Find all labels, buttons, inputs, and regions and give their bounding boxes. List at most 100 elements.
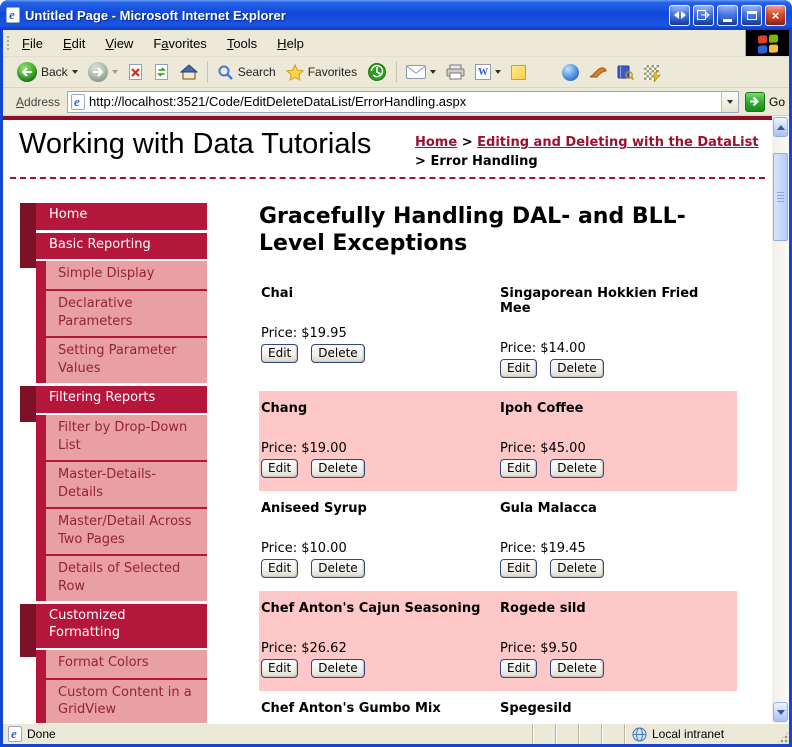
minimize-button[interactable] xyxy=(717,4,738,26)
edit-button[interactable]: Edit xyxy=(261,558,299,578)
edit-button[interactable]: Edit xyxy=(500,658,538,678)
menu-tools[interactable]: Tools xyxy=(217,32,267,55)
swoosh-icon xyxy=(589,67,607,78)
refresh-button[interactable] xyxy=(149,62,175,83)
delete-button[interactable]: Delete xyxy=(311,658,365,678)
favorites-star-icon xyxy=(285,63,304,81)
search-button[interactable]: Search xyxy=(212,62,281,83)
sidebar-item[interactable]: Home xyxy=(20,202,207,239)
sidebar-item[interactable]: Customized Formatting xyxy=(20,604,207,657)
sidebar-subitem[interactable]: Declarative Parameters xyxy=(36,289,207,337)
toolbar-grip[interactable] xyxy=(5,34,10,52)
edit-button[interactable]: Edit xyxy=(261,658,299,678)
sidebar-subitem[interactable]: Format Colors xyxy=(36,650,207,678)
forward-dropdown-icon[interactable] xyxy=(111,70,118,74)
left-right-arrows-icon xyxy=(673,11,686,19)
breadcrumb-home-link[interactable]: Home xyxy=(415,135,457,150)
mail-dropdown-icon[interactable] xyxy=(430,70,437,74)
scrollbar-thumb[interactable] xyxy=(773,153,788,241)
sidebar-subitem[interactable]: Simple Display xyxy=(36,261,207,290)
product-cell: Singaporean Hokkien Fried Mee Price: $14… xyxy=(498,276,737,391)
scroll-down-button[interactable] xyxy=(773,702,788,722)
delete-button[interactable]: Delete xyxy=(550,558,604,578)
delete-button[interactable]: Delete xyxy=(311,458,365,478)
menu-edit[interactable]: Edit xyxy=(53,32,95,55)
messenger-plus-button[interactable] xyxy=(639,63,664,82)
sidebar-subitem[interactable]: Filter by Drop-Down List xyxy=(36,415,207,461)
scroll-up-icon xyxy=(776,124,785,130)
back-dropdown-icon[interactable] xyxy=(71,70,78,74)
delete-button[interactable]: Delete xyxy=(550,358,604,378)
edit-button[interactable]: Edit xyxy=(500,558,538,578)
search-icon xyxy=(218,65,233,80)
windows-flag-icon xyxy=(757,33,778,54)
research-button[interactable] xyxy=(612,62,639,83)
breadcrumb-separator: > xyxy=(461,135,473,150)
menu-help[interactable]: Help xyxy=(267,32,314,55)
print-icon xyxy=(446,64,465,80)
pan-arrows-button[interactable] xyxy=(669,4,690,26)
back-button[interactable]: Back xyxy=(12,60,83,84)
quick-launch-button[interactable] xyxy=(584,63,612,81)
menu-favorites[interactable]: Favorites xyxy=(143,32,216,55)
sidebar-item[interactable]: Filtering Reports xyxy=(20,386,207,422)
resize-grip[interactable] xyxy=(776,731,789,744)
sidebar-item[interactable]: Basic Reporting xyxy=(20,232,207,269)
address-dropdown-button[interactable] xyxy=(720,91,738,112)
product-buttons: Edit Delete xyxy=(500,658,733,678)
product-price: Price: $45.00 xyxy=(500,440,586,456)
product-row: Chef Anton's Cajun Seasoning Price: $26.… xyxy=(259,590,737,691)
sidebar-subitems: Simple Display Declarative Parameters Se… xyxy=(20,261,207,384)
delete-button[interactable]: Delete xyxy=(311,558,365,578)
delete-button[interactable]: Delete xyxy=(550,458,604,478)
forward-button[interactable] xyxy=(83,60,123,84)
close-button[interactable]: × xyxy=(765,4,786,26)
edit-button[interactable]: Edit xyxy=(500,458,538,478)
mail-button[interactable] xyxy=(401,63,441,81)
product-name: Aniseed Syrup xyxy=(261,500,367,516)
sidebar-subitem[interactable]: Master/Detail Across Two Pages xyxy=(36,507,207,555)
title-bar[interactable]: Untitled Page - Microsoft Internet Explo… xyxy=(0,0,792,30)
menu-file[interactable]: File xyxy=(12,32,53,55)
sidebar-subitem[interactable]: Details of Selected Row xyxy=(36,554,207,602)
sidebar-item-label: Customized Formatting xyxy=(49,608,126,641)
delete-button[interactable]: Delete xyxy=(550,658,604,678)
scroll-up-button[interactable] xyxy=(773,117,788,137)
product-buttons: Edit Delete xyxy=(500,458,733,478)
edit-button[interactable]: Edit xyxy=(261,458,299,478)
messenger-button[interactable] xyxy=(557,62,584,83)
sidebar-subitem[interactable]: Setting Parameter Values xyxy=(36,336,207,384)
edit-button[interactable]: Edit xyxy=(261,343,299,363)
sidebar-subitem[interactable]: Master-Details-Details xyxy=(36,460,207,508)
home-button[interactable] xyxy=(175,62,203,82)
address-input[interactable]: http://localhost:3521/Code/EditDeleteDat… xyxy=(67,90,739,113)
favorites-button[interactable]: Favorites xyxy=(281,62,362,83)
sidebar-group: Basic Reporting Simple Display Declarati… xyxy=(20,232,207,384)
notes-button[interactable] xyxy=(506,63,531,82)
stop-button[interactable] xyxy=(123,62,149,83)
scrollbar-track[interactable] xyxy=(772,241,789,701)
print-button[interactable] xyxy=(441,62,470,82)
sidebar-subitem-label: Master/Detail Across Two Pages xyxy=(58,514,192,547)
sidebar-subitem[interactable]: Custom Content in a GridView xyxy=(36,677,207,723)
product-buttons: Edit Delete xyxy=(261,343,494,363)
status-text: Done xyxy=(27,727,56,741)
edit-with-word-button[interactable]: W xyxy=(470,62,506,82)
edit-button[interactable]: Edit xyxy=(500,358,538,378)
browser-viewport: Working with Data Tutorials Home > Editi… xyxy=(3,116,789,723)
menu-view[interactable]: View xyxy=(95,32,143,55)
vertical-scrollbar[interactable] xyxy=(772,116,789,723)
history-button[interactable] xyxy=(362,60,392,84)
go-button[interactable]: Go xyxy=(744,91,785,112)
windows-logo xyxy=(745,30,789,56)
history-icon xyxy=(368,63,387,81)
ie-logo-icon xyxy=(6,7,20,23)
product-price: Price: $9.50 xyxy=(500,640,578,656)
maximize-button[interactable] xyxy=(741,4,762,26)
word-dropdown-icon[interactable] xyxy=(495,70,502,74)
detach-window-button[interactable] xyxy=(693,4,714,26)
sidebar-group: Customized Formatting Format Colors Cust… xyxy=(20,604,207,723)
delete-button[interactable]: Delete xyxy=(311,343,365,363)
product-name: Chai xyxy=(261,285,294,301)
breadcrumb-section-link[interactable]: Editing and Deleting with the DataList xyxy=(477,135,758,150)
